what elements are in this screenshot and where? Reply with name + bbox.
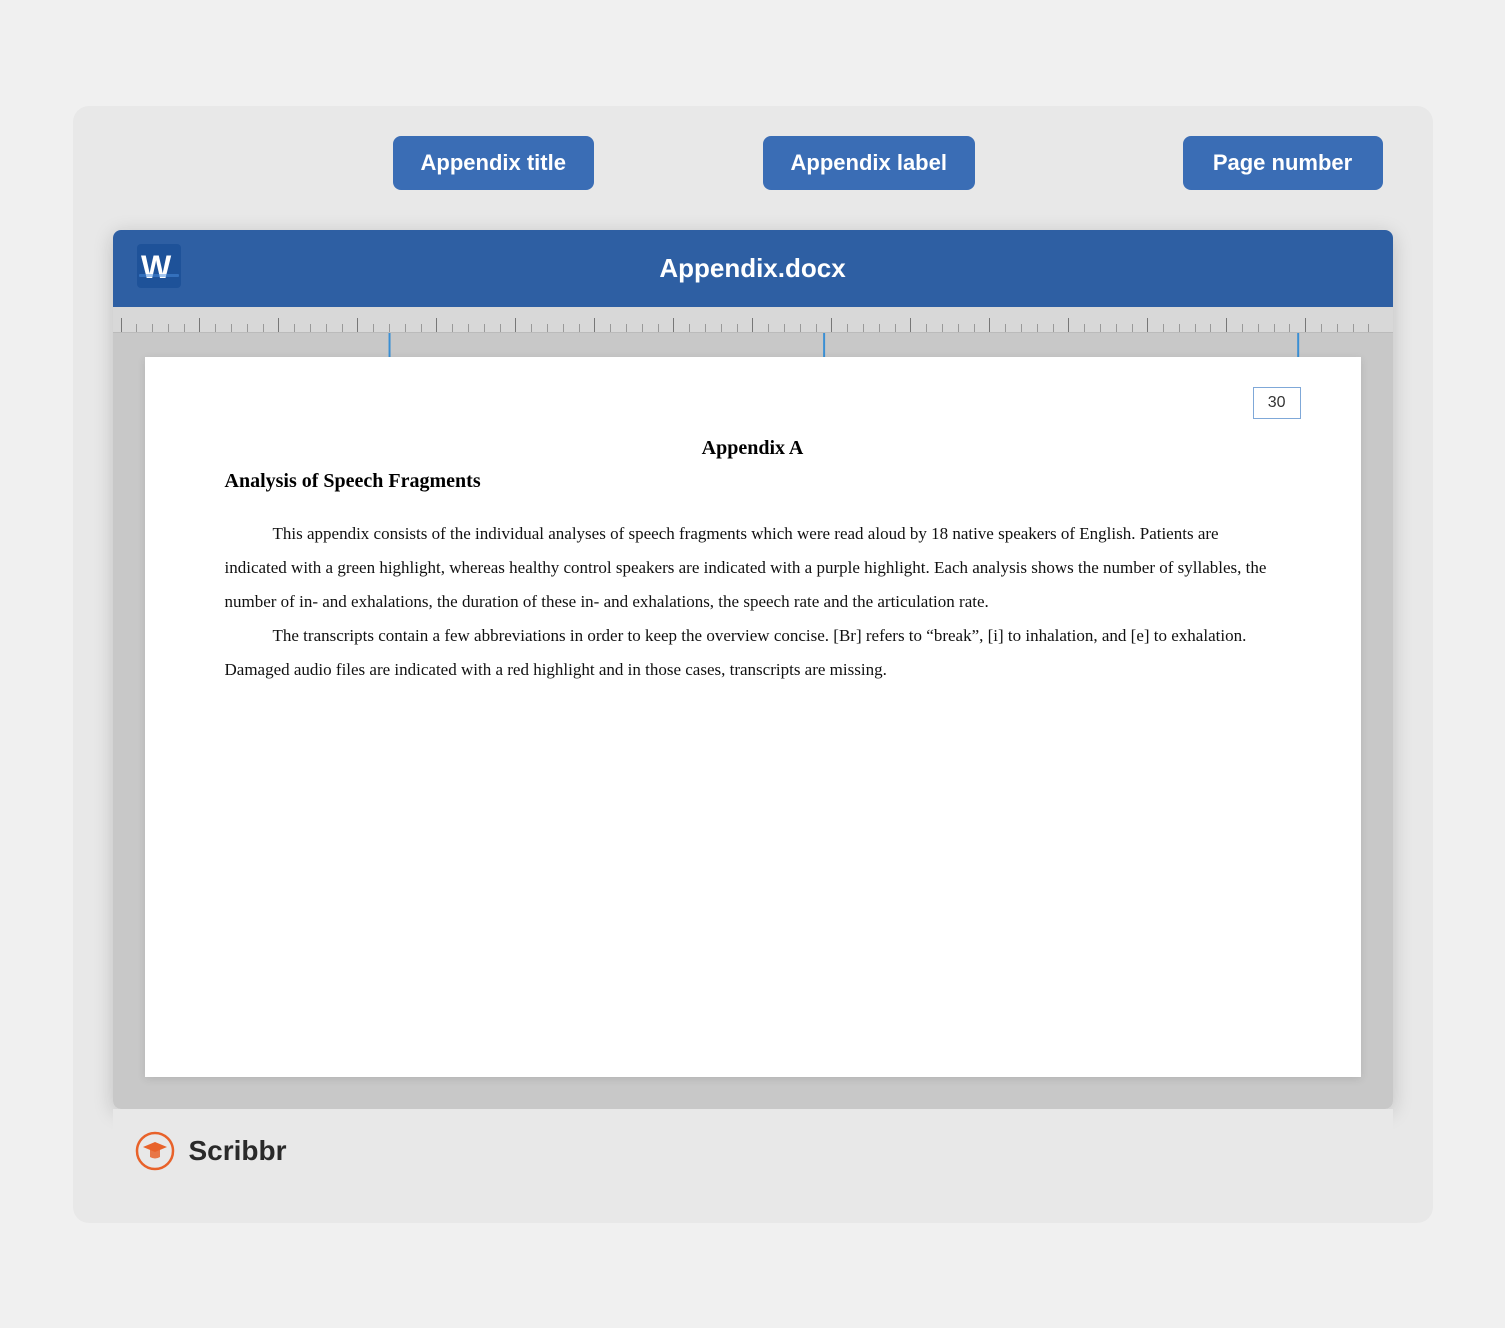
- ruler-marks: [113, 307, 1393, 332]
- page-number-box: 30: [1253, 387, 1301, 419]
- doc-page: 30 Appendix A Analysis of Speech Fragmen…: [145, 357, 1361, 1077]
- svg-text:W: W: [141, 249, 172, 285]
- doc-body: 30 Appendix A Analysis of Speech Fragmen…: [113, 333, 1393, 1109]
- paragraph-1: This appendix consists of the individual…: [225, 517, 1281, 619]
- paragraph-2: The transcripts contain a few abbreviati…: [225, 619, 1281, 687]
- word-filename: Appendix.docx: [201, 253, 1305, 284]
- tooltip-row: Appendix title Appendix label Page numbe…: [113, 136, 1393, 216]
- outer-container: Appendix title Appendix label Page numbe…: [73, 106, 1433, 1223]
- tooltip-appendix-title: Appendix title: [393, 136, 594, 190]
- word-icon: W: [137, 244, 181, 293]
- appendix-heading: Appendix A: [225, 437, 1281, 460]
- ruler: [113, 307, 1393, 333]
- word-window: W Appendix.docx: [113, 230, 1393, 1109]
- tooltip-appendix-label: Appendix label: [763, 136, 975, 190]
- tooltip-page-number: Page number: [1183, 136, 1383, 190]
- scribbr-brand-text: Scribbr: [189, 1135, 287, 1167]
- appendix-subtitle: Analysis of Speech Fragments: [225, 470, 1281, 493]
- scribbr-logo-icon: [133, 1129, 177, 1173]
- title-bar: W Appendix.docx: [113, 230, 1393, 307]
- footer-bar: Scribbr: [113, 1109, 1393, 1183]
